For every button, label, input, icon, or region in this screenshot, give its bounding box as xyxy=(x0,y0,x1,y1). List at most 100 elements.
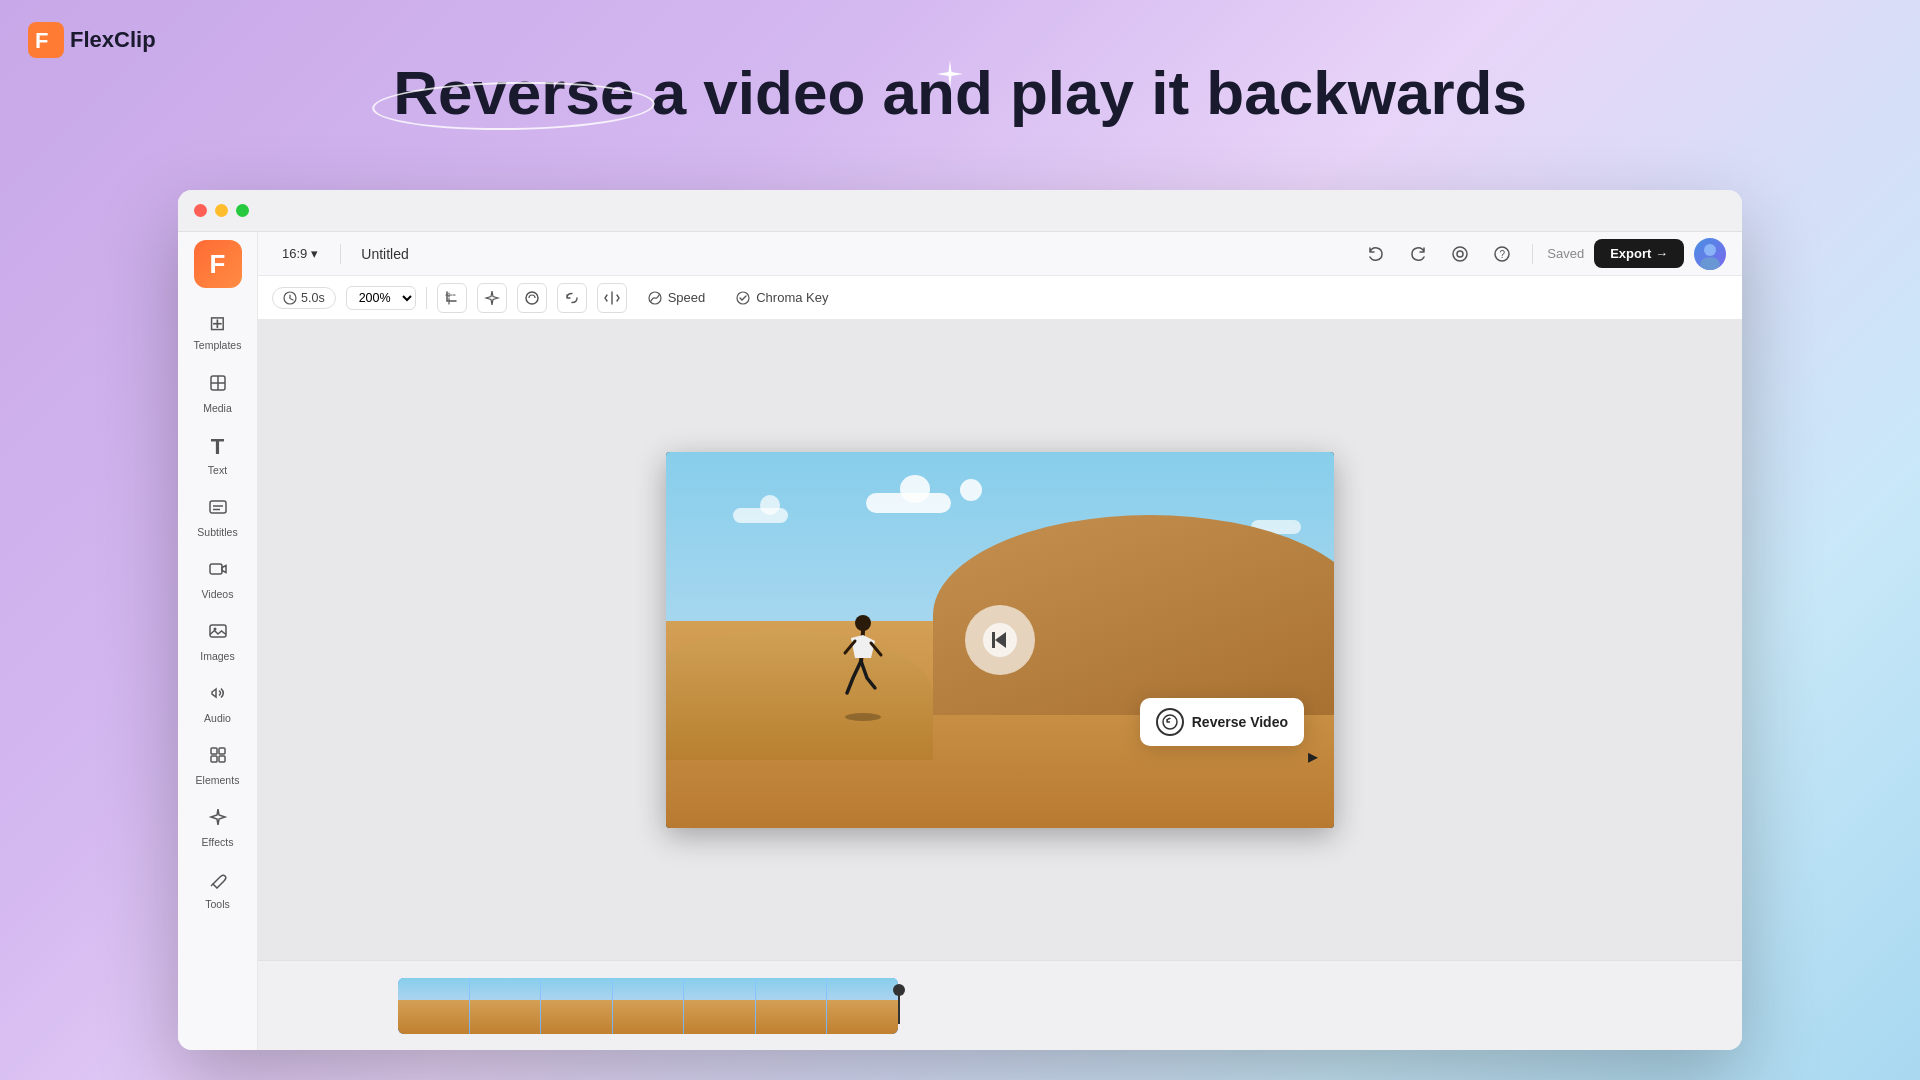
media-icon xyxy=(208,373,228,398)
aspect-ratio-button[interactable]: 16:9 ▾ xyxy=(274,242,326,265)
export-label: Export → xyxy=(1610,246,1668,261)
timeline-frame-5 xyxy=(684,978,756,1034)
dune-left xyxy=(666,630,933,760)
sidebar-item-elements[interactable]: Elements xyxy=(182,735,254,795)
templates-icon: ⊞ xyxy=(209,311,226,335)
media-label: Media xyxy=(203,402,232,414)
flexclip-logo-icon: F xyxy=(28,22,64,58)
cloud2-main xyxy=(733,508,788,523)
user-avatar[interactable] xyxy=(1694,238,1726,270)
top-toolbar: 16:9 ▾ Untitled ? Sa xyxy=(258,232,1742,276)
help-button[interactable]: ? xyxy=(1486,238,1518,270)
secondary-toolbar: 5.0s 200% 150% 100% 75% xyxy=(258,276,1742,320)
chroma-key-button[interactable]: Chroma Key xyxy=(725,286,838,310)
subtitles-icon xyxy=(208,497,228,522)
timeline-frame-1 xyxy=(398,978,470,1034)
divider2 xyxy=(1532,244,1533,264)
duration-value: 5.0s xyxy=(301,291,325,305)
effects-icon xyxy=(208,807,228,832)
videos-label: Videos xyxy=(202,588,234,600)
fill-color-button[interactable] xyxy=(517,283,547,313)
videos-icon xyxy=(208,559,228,584)
present-button[interactable] xyxy=(1444,238,1476,270)
logo-text: FlexClip xyxy=(70,27,156,53)
reverse-button[interactable] xyxy=(557,283,587,313)
traffic-light-green[interactable] xyxy=(236,204,249,217)
zoom-select[interactable]: 200% 150% 100% 75% xyxy=(346,286,416,310)
svg-point-23 xyxy=(526,292,538,304)
text-icon: T xyxy=(211,434,224,460)
audio-icon xyxy=(208,683,228,708)
redo-button[interactable] xyxy=(1402,238,1434,270)
aspect-ratio-chevron: ▾ xyxy=(311,246,318,261)
flip-button[interactable] xyxy=(597,283,627,313)
sidebar-logo-letter: F xyxy=(210,249,226,280)
undo-button[interactable] xyxy=(1360,238,1392,270)
svg-rect-13 xyxy=(211,756,217,762)
timeline-frame-7 xyxy=(827,978,898,1034)
right-panel: 16:9 ▾ Untitled ? Sa xyxy=(258,232,1742,1050)
svg-point-26 xyxy=(855,615,871,631)
svg-rect-8 xyxy=(210,564,222,574)
svg-rect-12 xyxy=(219,748,225,754)
hero-title-highlight: Reverse xyxy=(393,57,634,128)
svg-rect-29 xyxy=(992,632,995,648)
elements-label: Elements xyxy=(196,774,240,786)
crop-button[interactable] xyxy=(437,283,467,313)
svg-text:F: F xyxy=(35,28,48,53)
divider xyxy=(340,244,341,264)
svg-text:?: ? xyxy=(1500,249,1506,260)
svg-rect-14 xyxy=(219,756,225,762)
cloud-left-puff xyxy=(900,475,930,503)
svg-rect-11 xyxy=(211,748,217,754)
svg-rect-5 xyxy=(210,501,226,513)
timeline-frame-2 xyxy=(470,978,542,1034)
sidebar-item-videos[interactable]: Videos xyxy=(182,549,254,609)
divider3 xyxy=(426,287,427,309)
sidebar-item-tools[interactable]: Tools xyxy=(182,859,254,919)
sidebar-item-images[interactable]: Images xyxy=(182,611,254,671)
sidebar-item-media[interactable]: Media xyxy=(182,363,254,423)
cloud-right-puff xyxy=(960,479,982,501)
rewind-play-button[interactable] xyxy=(965,605,1035,675)
sidebar-item-effects[interactable]: Effects xyxy=(182,797,254,857)
timeline-track[interactable] xyxy=(398,978,898,1034)
sidebar-item-templates[interactable]: ⊞ Templates xyxy=(182,301,254,361)
app-window: F ⊞ Templates Media T xyxy=(178,190,1742,1050)
reverse-video-tooltip: Reverse Video xyxy=(1140,698,1304,746)
svg-point-20 xyxy=(1704,244,1716,256)
sidebar-item-audio[interactable]: Audio xyxy=(182,673,254,733)
reverse-tooltip-icon xyxy=(1156,708,1184,736)
images-label: Images xyxy=(200,650,234,662)
speed-label: Speed xyxy=(668,290,706,305)
export-button[interactable]: Export → xyxy=(1594,239,1684,268)
svg-point-21 xyxy=(1700,257,1720,270)
tools-icon xyxy=(208,869,228,894)
chroma-key-label: Chroma Key xyxy=(756,290,828,305)
cloud2-puff xyxy=(760,495,780,515)
sidebar-item-subtitles[interactable]: Subtitles xyxy=(182,487,254,547)
hero-title: Reverse a video and play it backwards xyxy=(393,57,1527,128)
project-title: Untitled xyxy=(361,246,408,262)
sidebar: F ⊞ Templates Media T xyxy=(178,232,258,1050)
duration-badge: 5.0s xyxy=(272,287,336,309)
sidebar-logo-button[interactable]: F xyxy=(194,240,242,288)
timeline-frame-6 xyxy=(756,978,828,1034)
timeline-track-container xyxy=(338,978,898,1034)
traffic-light-red[interactable] xyxy=(194,204,207,217)
hero-title-part2: a video and play it backwards xyxy=(634,58,1526,127)
images-icon xyxy=(208,621,228,646)
traffic-light-yellow[interactable] xyxy=(215,204,228,217)
svg-rect-9 xyxy=(210,625,226,637)
timeline-cursor[interactable] xyxy=(898,988,900,1024)
timeline-frame-3 xyxy=(541,978,613,1034)
sidebar-item-text[interactable]: T Text xyxy=(182,425,254,485)
timeline-frame-4 xyxy=(613,978,685,1034)
svg-point-27 xyxy=(845,713,881,721)
main-content: F ⊞ Templates Media T xyxy=(178,232,1742,1050)
reverse-video-label: Reverse Video xyxy=(1192,714,1288,730)
magic-button[interactable] xyxy=(477,283,507,313)
subtitles-label: Subtitles xyxy=(197,526,237,538)
svg-point-16 xyxy=(1453,247,1467,261)
speed-button[interactable]: Speed xyxy=(637,286,716,310)
